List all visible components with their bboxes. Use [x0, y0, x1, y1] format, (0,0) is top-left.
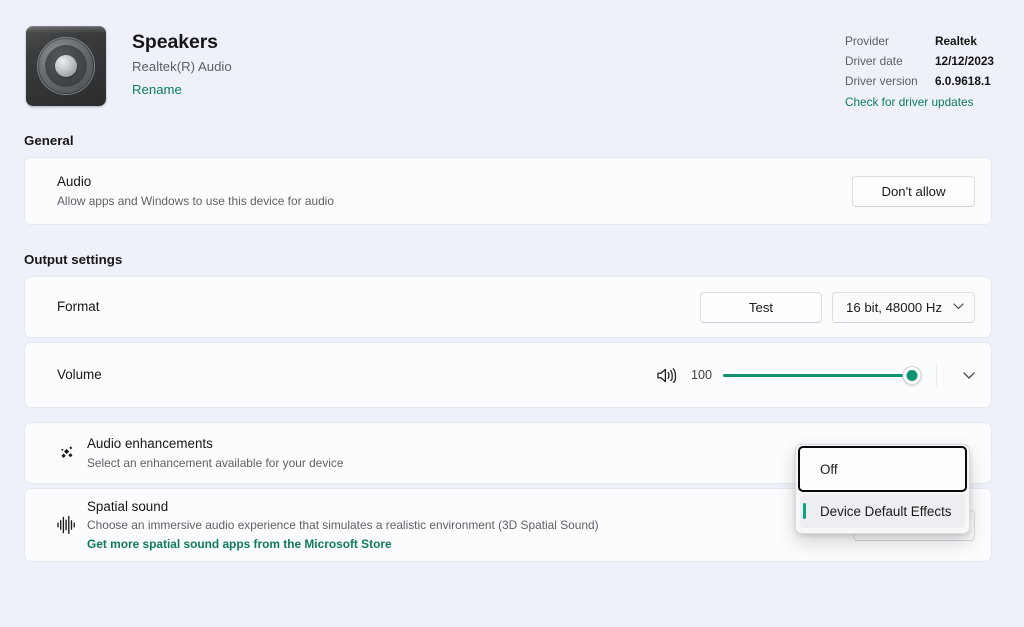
volume-actions: 100 [656, 364, 991, 386]
device-subtitle: Realtek(R) Audio [132, 58, 232, 75]
driver-version-row: Driver version 6.0.9618.1 [845, 76, 994, 88]
driver-provider-label: Provider [845, 36, 935, 48]
format-value: 16 bit, 48000 Hz [846, 300, 942, 315]
driver-date-label: Driver date [845, 56, 935, 68]
audio-description: Allow apps and Windows to use this devic… [57, 193, 840, 210]
section-title-general: General [24, 133, 992, 148]
waveform-icon [47, 514, 87, 536]
dropdown-option-device-default-effects[interactable]: Device Default Effects [800, 494, 965, 528]
speaker-cone-inner [45, 45, 87, 87]
chevron-down-icon [953, 303, 964, 312]
check-driver-updates-link[interactable]: Check for driver updates [845, 97, 974, 109]
page-title: Speakers [132, 30, 232, 54]
format-combobox[interactable]: 16 bit, 48000 Hz [832, 292, 975, 323]
speaker-device-icon [26, 26, 106, 106]
test-button[interactable]: Test [700, 292, 822, 323]
volume-title: Volume [57, 365, 644, 384]
volume-control: 100 [656, 364, 912, 386]
format-title: Format [57, 297, 688, 316]
format-text: Format [41, 297, 700, 316]
section-title-output: Output settings [24, 252, 992, 267]
audio-enhancements-dropdown[interactable]: Off Device Default Effects [795, 444, 970, 534]
card-format: Format Test 16 bit, 48000 Hz [24, 276, 992, 338]
driver-version-value: 6.0.9618.1 [935, 76, 991, 88]
volume-text: Volume [41, 365, 656, 384]
volume-value: 100 [688, 368, 712, 382]
enhancements-description: Select an enhancement available for your… [87, 455, 820, 472]
volume-slider-fill [723, 374, 912, 377]
enhancements-title: Audio enhancements [87, 434, 820, 453]
format-actions: Test 16 bit, 48000 Hz [700, 292, 975, 323]
speaker-cone-ring [38, 38, 94, 94]
audio-text: Audio Allow apps and Windows to use this… [41, 172, 852, 210]
driver-date-row: Driver date 12/12/2023 [845, 56, 994, 68]
driver-info: Provider Realtek Driver date 12/12/2023 … [845, 36, 994, 109]
rename-link[interactable]: Rename [132, 81, 182, 98]
chevron-down-icon [963, 372, 975, 379]
device-header: Speakers Realtek(R) Audio Rename Provide… [0, 0, 1024, 106]
audio-actions: Don't allow [852, 176, 975, 207]
volume-divider [936, 364, 937, 386]
audio-title: Audio [57, 172, 840, 191]
spatial-store-link[interactable]: Get more spatial sound apps from the Mic… [87, 536, 392, 553]
sparkle-icon [47, 441, 87, 465]
speaker-cone-dome [55, 55, 77, 77]
dont-allow-button[interactable]: Don't allow [852, 176, 975, 207]
volume-slider[interactable] [723, 364, 912, 386]
driver-provider-value: Realtek [935, 36, 977, 48]
driver-date-value: 12/12/2023 [935, 56, 994, 68]
dropdown-option-device-default-effects-label: Device Default Effects [820, 504, 952, 519]
volume-slider-thumb[interactable] [903, 366, 922, 385]
device-header-text: Speakers Realtek(R) Audio Rename [132, 26, 232, 99]
dropdown-option-off[interactable]: Off [800, 448, 965, 490]
dropdown-option-off-label: Off [820, 462, 838, 477]
driver-version-label: Driver version [845, 76, 935, 88]
driver-provider-row: Provider Realtek [845, 36, 994, 48]
card-audio: Audio Allow apps and Windows to use this… [24, 157, 992, 225]
volume-expand-button[interactable] [947, 364, 991, 386]
spatial-description: Choose an immersive audio experience tha… [87, 517, 841, 534]
spatial-title: Spatial sound [87, 497, 841, 516]
spatial-text: Spatial sound Choose an immersive audio … [87, 497, 853, 554]
volume-high-icon[interactable] [656, 367, 677, 384]
enhancements-text: Audio enhancements Select an enhancement… [87, 434, 832, 472]
card-volume: Volume 100 [24, 342, 992, 408]
